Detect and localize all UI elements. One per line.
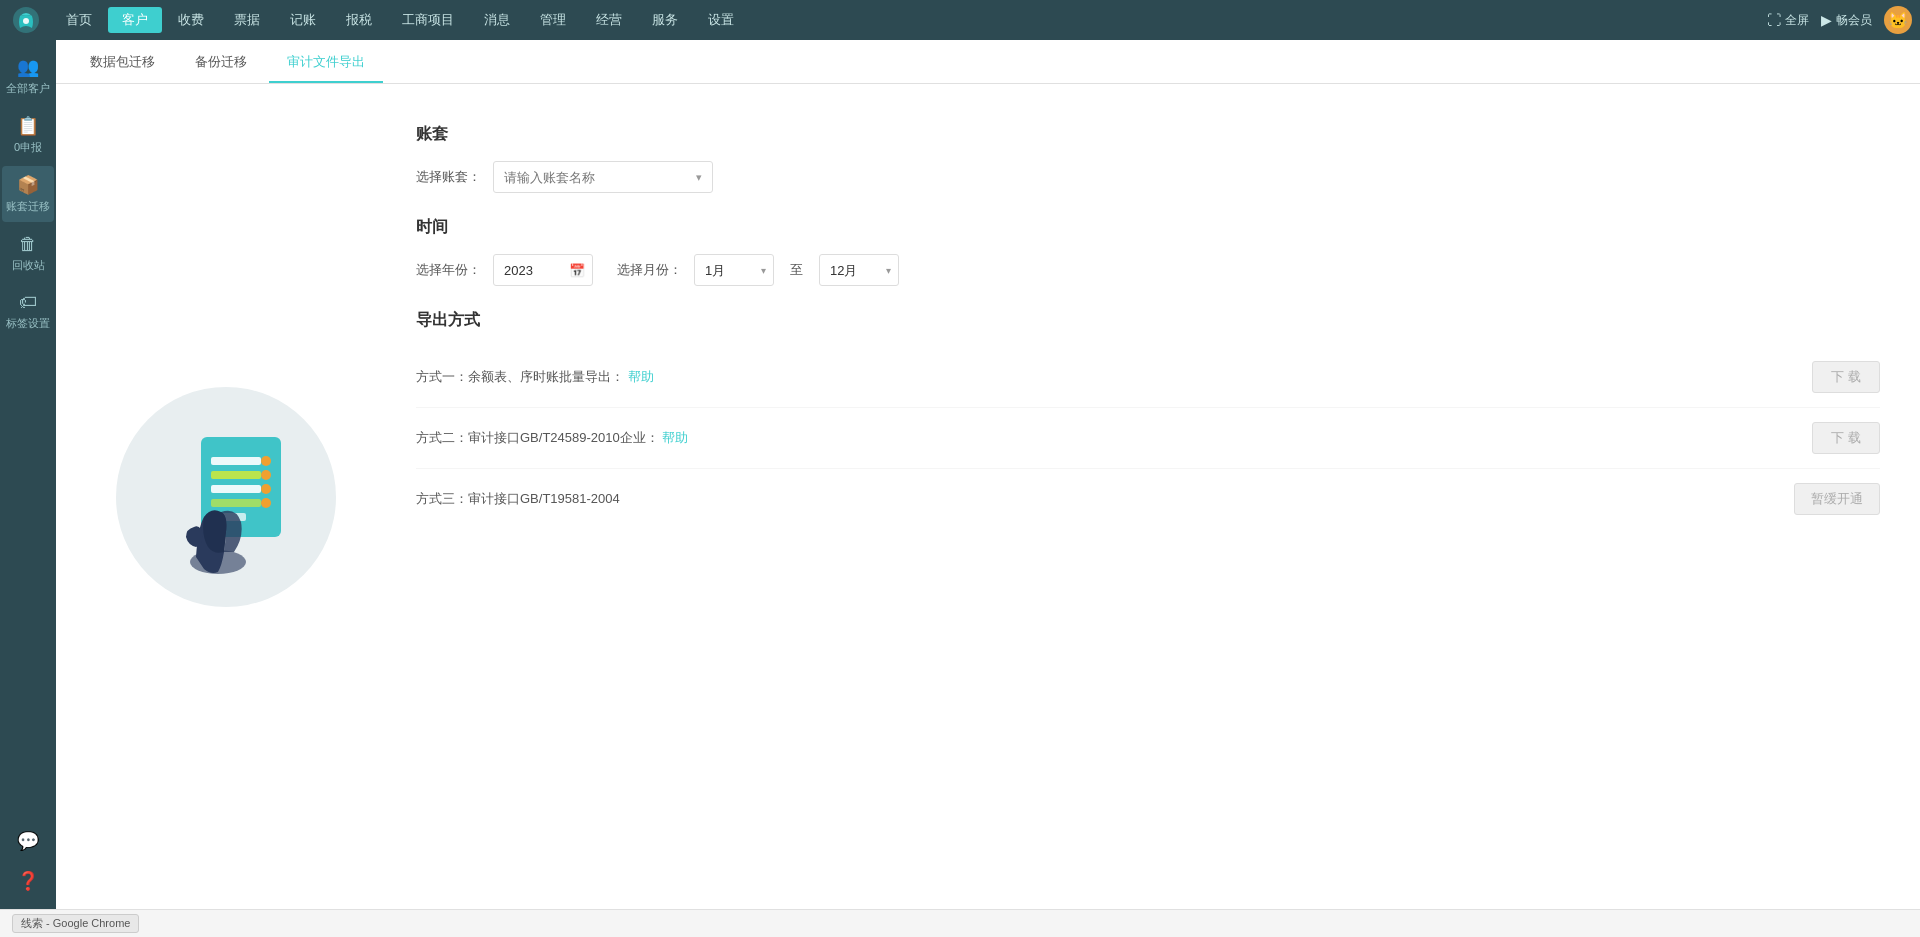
start-month-wrapper: 1月 2月 3月 4月 5月 6月 7月 8月 9月 10月 11月 12月 xyxy=(694,254,774,286)
sidebar-bottom: 💬 ❓ xyxy=(12,825,44,909)
sidebar: 👥 全部客户 📋 0申报 📦 账套迁移 🗑 回收站 🏷 标签设置 💬 ❓ xyxy=(0,40,56,909)
sidebar-bottom-icon1[interactable]: 💬 xyxy=(12,825,44,857)
fullscreen-icon: ⛶ xyxy=(1767,12,1781,28)
nav-operation[interactable]: 经营 xyxy=(582,7,636,33)
account-label: 选择账套： xyxy=(416,168,481,186)
tab-backup[interactable]: 备份迁移 xyxy=(177,43,265,83)
illustration-circle xyxy=(116,387,336,607)
export-method-1: 方式一：余额表、序时账批量导出： 帮助 下 载 xyxy=(416,347,1880,408)
method-2-label-wrapper: 方式二：审计接口GB/T24589-2010企业： 帮助 xyxy=(416,429,688,447)
sidebar-label-recycle: 回收站 xyxy=(12,259,45,272)
logo[interactable] xyxy=(8,2,44,38)
nav-tax[interactable]: 报税 xyxy=(332,7,386,33)
sidebar-label-zero-report: 0申报 xyxy=(14,141,42,154)
nav-client[interactable]: 客户 xyxy=(108,7,162,33)
nav-manage[interactable]: 管理 xyxy=(526,7,580,33)
time-section-title: 时间 xyxy=(416,217,1880,238)
svg-point-11 xyxy=(261,498,271,508)
method-2-download-button[interactable]: 下 载 xyxy=(1812,422,1880,454)
illustration-area xyxy=(96,114,356,879)
member-label: 畅会员 xyxy=(1836,12,1872,29)
sidebar-label-clients: 全部客户 xyxy=(6,82,50,95)
start-month-select[interactable]: 1月 2月 3月 4月 5月 6月 7月 8月 9月 10月 11月 12月 xyxy=(694,254,774,286)
main-layout: 👥 全部客户 📋 0申报 📦 账套迁移 🗑 回收站 🏷 标签设置 💬 ❓ 数据包… xyxy=(0,40,1920,909)
tabs-bar: 数据包迁移 备份迁移 审计文件导出 xyxy=(56,40,1920,84)
export-section-title: 导出方式 xyxy=(416,310,1880,331)
nav-message[interactable]: 消息 xyxy=(470,7,524,33)
method-2-label: 方式二：审计接口GB/T24589-2010企业： xyxy=(416,430,659,445)
trash-icon: 🗑 xyxy=(19,234,37,255)
account-input[interactable] xyxy=(504,170,696,185)
sidebar-item-all-clients[interactable]: 👥 全部客户 xyxy=(2,48,54,103)
year-input[interactable] xyxy=(493,254,593,286)
nav-right: ⛶ 全屏 ▶ 畅会员 🐱 xyxy=(1767,6,1912,34)
sidebar-item-tag-settings[interactable]: 🏷 标签设置 xyxy=(2,284,54,338)
top-nav: 首页 客户 收费 票据 记账 报税 工商项目 消息 管理 经营 服务 设置 ⛶ … xyxy=(0,0,1920,40)
fullscreen-button[interactable]: ⛶ 全屏 xyxy=(1767,12,1809,29)
sidebar-item-recycle[interactable]: 🗑 回收站 xyxy=(2,226,54,280)
svg-rect-3 xyxy=(211,457,261,465)
svg-rect-4 xyxy=(211,471,261,479)
fullscreen-label: 全屏 xyxy=(1785,12,1809,29)
svg-point-1 xyxy=(23,18,29,24)
nav-invoice[interactable]: 票据 xyxy=(220,7,274,33)
clients-icon: 👥 xyxy=(17,56,39,78)
nav-settings[interactable]: 设置 xyxy=(694,7,748,33)
method-3-label-wrapper: 方式三：审计接口GB/T19581-2004 xyxy=(416,490,620,508)
illustration-svg xyxy=(146,407,306,587)
export-method-3: 方式三：审计接口GB/T19581-2004 暂缓开通 xyxy=(416,469,1880,529)
time-row: 选择年份： 📅 选择月份： 1月 2月 3月 4月 5月 6月 xyxy=(416,254,1880,286)
method-1-label: 方式一：余额表、序时账批量导出： xyxy=(416,369,624,384)
report-icon: 📋 xyxy=(17,115,39,137)
account-select[interactable]: ▾ xyxy=(493,161,713,193)
nav-home[interactable]: 首页 xyxy=(52,7,106,33)
member-button[interactable]: ▶ 畅会员 xyxy=(1821,12,1872,29)
nav-fee[interactable]: 收费 xyxy=(164,7,218,33)
svg-point-10 xyxy=(261,484,271,494)
page-content: 账套 选择账套： ▾ 时间 选择年份： 📅 xyxy=(56,84,1920,909)
year-label: 选择年份： xyxy=(416,261,481,279)
method-1-help-link[interactable]: 帮助 xyxy=(628,369,654,384)
sidebar-label-migration: 账套迁移 xyxy=(6,200,50,213)
status-bar-label: 线索 - Google Chrome xyxy=(12,914,139,933)
account-section-title: 账套 xyxy=(416,124,1880,145)
migration-icon: 📦 xyxy=(17,174,39,196)
svg-rect-6 xyxy=(211,499,261,507)
method-1-download-button[interactable]: 下 载 xyxy=(1812,361,1880,393)
avatar[interactable]: 🐱 xyxy=(1884,6,1912,34)
svg-point-9 xyxy=(261,470,271,480)
account-select-row: 选择账套： ▾ xyxy=(416,161,1880,193)
content-area: 数据包迁移 备份迁移 审计文件导出 xyxy=(56,40,1920,909)
method-3-label: 方式三：审计接口GB/T19581-2004 xyxy=(416,491,620,506)
nav-bookkeeping[interactable]: 记账 xyxy=(276,7,330,33)
tab-data-package[interactable]: 数据包迁移 xyxy=(72,43,173,83)
status-bar: 线索 - Google Chrome xyxy=(0,909,1920,937)
play-icon: ▶ xyxy=(1821,12,1832,28)
form-area: 账套 选择账套： ▾ 时间 选择年份： 📅 xyxy=(416,114,1880,879)
tag-icon: 🏷 xyxy=(19,292,37,313)
month-label: 选择月份： xyxy=(617,261,682,279)
method-2-help-link[interactable]: 帮助 xyxy=(662,430,688,445)
year-input-wrapper: 📅 xyxy=(493,254,593,286)
export-method-2: 方式二：审计接口GB/T24589-2010企业： 帮助 下 载 xyxy=(416,408,1880,469)
svg-point-8 xyxy=(261,456,271,466)
sidebar-item-account-migration[interactable]: 📦 账套迁移 xyxy=(2,166,54,221)
svg-rect-5 xyxy=(211,485,261,493)
nav-service[interactable]: 服务 xyxy=(638,7,692,33)
chevron-down-icon: ▾ xyxy=(696,171,702,184)
sidebar-bottom-icon2[interactable]: ❓ xyxy=(12,865,44,897)
sidebar-item-zero-report[interactable]: 📋 0申报 xyxy=(2,107,54,162)
method-3-open-button[interactable]: 暂缓开通 xyxy=(1794,483,1880,515)
to-label: 至 xyxy=(786,261,807,279)
nav-business[interactable]: 工商项目 xyxy=(388,7,468,33)
tab-audit-export[interactable]: 审计文件导出 xyxy=(269,43,383,83)
sidebar-label-tag: 标签设置 xyxy=(6,317,50,330)
method-1-label-wrapper: 方式一：余额表、序时账批量导出： 帮助 xyxy=(416,368,654,386)
end-month-select[interactable]: 1月 2月 3月 4月 5月 6月 7月 8月 9月 10月 11月 12月 xyxy=(819,254,899,286)
end-month-wrapper: 1月 2月 3月 4月 5月 6月 7月 8月 9月 10月 11月 12月 xyxy=(819,254,899,286)
nav-items: 首页 客户 收费 票据 记账 报税 工商项目 消息 管理 经营 服务 设置 xyxy=(52,7,1767,33)
